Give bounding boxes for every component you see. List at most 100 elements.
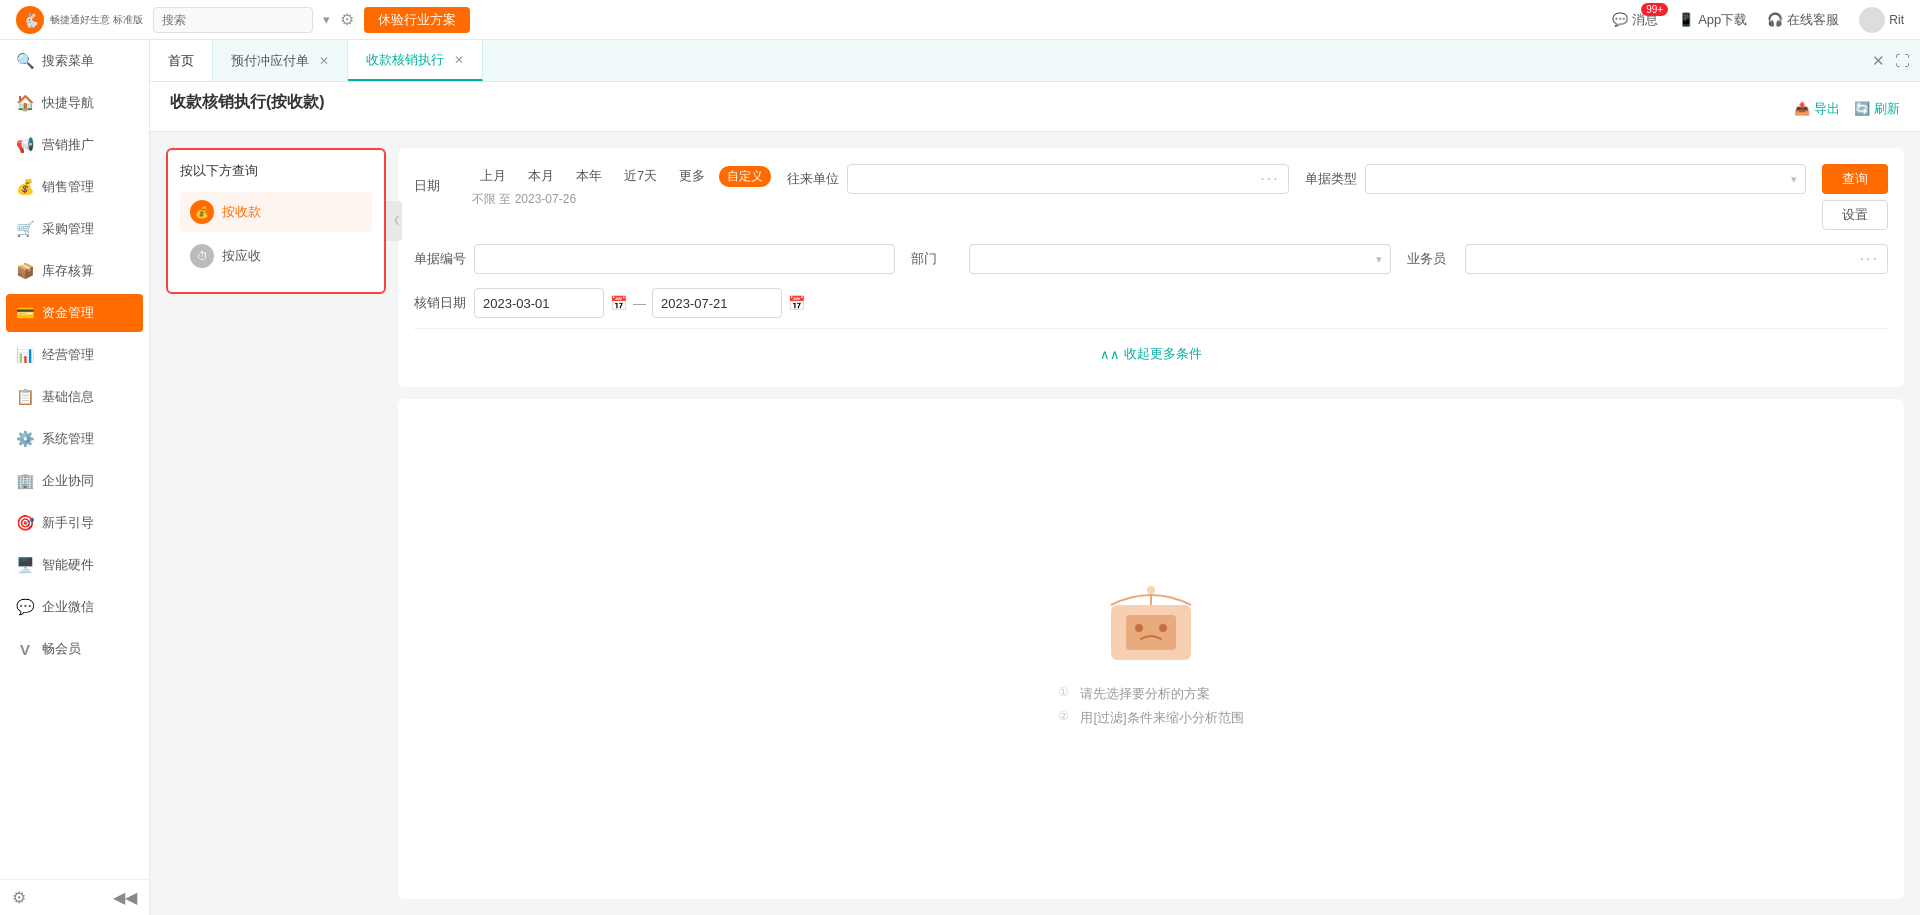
sidebar-item-label: 企业微信 [42,598,94,616]
sidebar-item-label: 畅会员 [42,640,81,658]
gear-icon[interactable]: ⚙ [340,10,354,29]
sidebar-item-member[interactable]: V 畅会员 [0,628,149,670]
message-btn[interactable]: 💬 消息 99+ [1612,11,1658,29]
sidebar-item-wechat[interactable]: 💬 企业微信 [0,586,149,628]
verify-start-calendar-icon[interactable]: 📅 [610,295,627,311]
verify-end-calendar-icon[interactable]: 📅 [788,295,805,311]
filter-collapse-btn[interactable]: 《 [386,201,402,241]
counterpart-dots[interactable]: ··· [1260,170,1279,188]
refresh-btn[interactable]: 🔄 刷新 [1854,100,1900,118]
tab-prepay[interactable]: 预付冲应付单 ✕ [213,40,348,81]
sidebar-item-business[interactable]: 📊 经营管理 [0,334,149,376]
sidebar-item-label: 新手引导 [42,514,94,532]
sidebar-item-basic-info[interactable]: 📋 基础信息 [0,376,149,418]
top-bar-left: 🐇 畅捷通好生意 标准版 ▾ ⚙ 休验行业方案 [16,6,470,34]
online-service-btn[interactable]: 🎧 在线客服 [1767,11,1839,29]
empty-state: ① 请先选择要分析的方案 ② 用[过滤]条件来缩小分析范围 [398,399,1904,899]
dept-select[interactable]: ▾ [969,244,1392,274]
verify-start-input[interactable] [474,288,604,318]
quick-date-this-month[interactable]: 本月 [520,164,562,188]
tab-home[interactable]: 首页 [150,40,213,81]
svg-point-3 [1159,624,1167,632]
collapse-sidebar-icon[interactable]: ◀◀ [113,888,137,907]
bill-no-input[interactable] [474,244,895,274]
quick-date-this-year[interactable]: 本年 [568,164,610,188]
dropdown-icon[interactable]: ▾ [323,12,330,27]
user-area[interactable]: Rit [1859,7,1904,33]
sidebar-item-purchase[interactable]: 🛒 采购管理 [0,208,149,250]
sidebar-item-system[interactable]: ⚙️ 系统管理 [0,418,149,460]
verify-end-input[interactable] [652,288,782,318]
tab-prepay-close[interactable]: ✕ [319,54,329,68]
empty-hint-2-text: 用[过滤]条件来缩小分析范围 [1080,709,1243,727]
brand-icon: 🐇 [16,6,44,34]
app-download-btn[interactable]: 📱 App下载 [1678,11,1747,29]
system-icon: ⚙️ [16,430,34,448]
sidebar-item-label: 库存核算 [42,262,94,280]
staff-dots[interactable]: ··· [1860,250,1879,268]
staff-field: 业务员 ··· [1407,244,1888,274]
empty-hint-1: ① 请先选择要分析的方案 [1058,685,1243,703]
bill-type-select[interactable]: ▾ [1365,164,1806,194]
staff-input[interactable]: ··· [1465,244,1888,274]
collapse-up-icon: ∧∧ [1100,347,1120,362]
basic-info-icon: 📋 [16,388,34,406]
dept-arrow: ▾ [1376,253,1382,266]
search-input[interactable] [153,7,313,33]
query-btn[interactable]: 查询 [1822,164,1888,194]
custom-date-badge: 自定义 [719,166,771,187]
svg-point-5 [1147,586,1155,594]
tab-receipt-exec[interactable]: 收款核销执行 ✕ [348,40,483,81]
verify-date-label: 核销日期 [414,294,466,312]
expand-tab-icon[interactable]: ⛶ [1895,52,1910,69]
sidebar-bottom: ⚙ ◀◀ [0,879,149,915]
sidebar-item-inventory[interactable]: 📦 库存核算 [0,250,149,292]
sidebar-item-sales[interactable]: 💰 销售管理 [0,166,149,208]
top-bar-right: 💬 消息 99+ 📱 App下载 🎧 在线客服 Rit [1612,7,1904,33]
filter-option-by-receivable[interactable]: ⏱ 按应收 [180,236,372,276]
form-row-2: 单据编号 部门 ▾ 业务员 [414,244,1888,274]
sidebar-item-label: 经营管理 [42,346,94,364]
brand-name: 畅捷通好生意 标准版 [50,13,143,26]
sidebar-item-marketing[interactable]: 📢 营销推广 [0,124,149,166]
sidebar-item-label: 基础信息 [42,388,94,406]
member-icon: V [16,641,34,658]
collapse-more-btn[interactable]: ∧∧ 收起更多条件 [1100,337,1202,371]
tab-home-label: 首页 [168,52,194,70]
sidebar-item-label: 销售管理 [42,178,94,196]
business-icon: 📊 [16,346,34,364]
settings-bottom-icon[interactable]: ⚙ [12,888,26,907]
export-icon: 📤 [1794,101,1810,116]
tab-receipt-exec-close[interactable]: ✕ [454,53,464,67]
sidebar-item-hardware[interactable]: 🖥️ 智能硬件 [0,544,149,586]
sidebar-item-search-menu[interactable]: 🔍 搜索菜单 [0,40,149,82]
sidebar-item-label: 智能硬件 [42,556,94,574]
counterpart-field: 往来单位 ··· [787,164,1288,194]
enterprise-icon: 🏢 [16,472,34,490]
quick-date-7days[interactable]: 近7天 [616,164,665,188]
quick-date-more[interactable]: 更多 [671,164,713,188]
sidebar-item-guide[interactable]: 🎯 新手引导 [0,502,149,544]
message-icon: 💬 [1612,12,1628,27]
brand: 🐇 畅捷通好生意 标准版 [16,6,143,34]
sidebar-item-quick-nav[interactable]: 🏠 快捷导航 [0,82,149,124]
filter-option-by-receipt[interactable]: 💰 按收款 [180,192,372,232]
left-panel: 按以下方查询 💰 按收款 ⏱ 按应收 《 [166,148,386,899]
quick-date-last-month[interactable]: 上月 [472,164,514,188]
close-tab-icon[interactable]: ✕ [1872,52,1885,70]
svg-rect-1 [1126,615,1176,650]
sidebar-item-enterprise[interactable]: 🏢 企业协同 [0,460,149,502]
hardware-icon: 🖥️ [16,556,34,574]
tab-receipt-exec-label: 收款核销执行 [366,51,444,69]
dept-field: 部门 ▾ [911,244,1392,274]
tab-bar: 首页 预付冲应付单 ✕ 收款核销执行 ✕ ✕ ⛶ [150,40,1920,82]
setting-btn[interactable]: 设置 [1822,200,1888,230]
export-btn[interactable]: 📤 导出 [1794,100,1840,118]
sidebar-item-finance[interactable]: 💳 资金管理 [6,294,143,332]
marketing-icon: 📢 [16,136,34,154]
counterpart-input[interactable]: ··· [847,164,1288,194]
empty-illustration [1091,565,1211,665]
by-receivable-icon: ⏱ [190,244,214,268]
top-bar: 🐇 畅捷通好生意 标准版 ▾ ⚙ 休验行业方案 💬 消息 99+ 📱 App下载… [0,0,1920,40]
industry-btn[interactable]: 休验行业方案 [364,7,470,33]
